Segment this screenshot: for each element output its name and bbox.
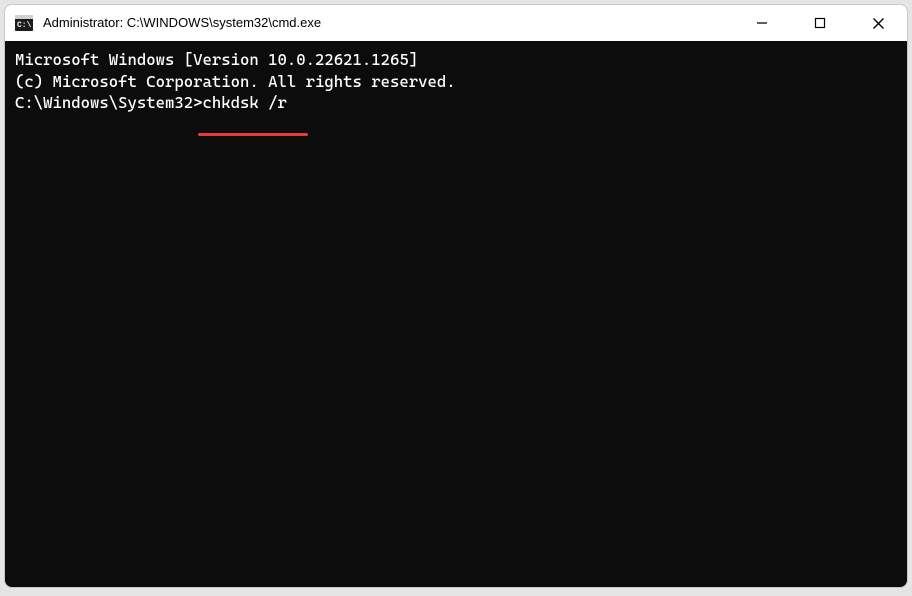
version-line: Microsoft Windows [Version 10.0.22621.12… — [15, 49, 897, 71]
command-text: chkdsk /r — [203, 92, 287, 114]
window-controls — [733, 5, 907, 41]
maximize-icon — [814, 17, 826, 29]
cmd-icon: C:\ — [15, 14, 33, 32]
svg-text:C:\: C:\ — [17, 21, 32, 30]
window-title: Administrator: C:\WINDOWS\system32\cmd.e… — [43, 5, 733, 41]
underline-annotation — [198, 133, 308, 136]
maximize-button[interactable] — [791, 5, 849, 41]
minimize-button[interactable] — [733, 5, 791, 41]
titlebar[interactable]: C:\ Administrator: C:\WINDOWS\system32\c… — [5, 5, 907, 41]
cmd-window: C:\ Administrator: C:\WINDOWS\system32\c… — [4, 4, 908, 588]
close-button[interactable] — [849, 5, 907, 41]
prompt-text: C:\Windows\System32> — [15, 92, 203, 114]
minimize-icon — [756, 17, 768, 29]
copyright-line: (c) Microsoft Corporation. All rights re… — [15, 71, 897, 93]
terminal-area[interactable]: Microsoft Windows [Version 10.0.22621.12… — [5, 41, 907, 587]
close-icon — [872, 17, 885, 30]
prompt-line: C:\Windows\System32>chkdsk /r — [15, 92, 897, 114]
